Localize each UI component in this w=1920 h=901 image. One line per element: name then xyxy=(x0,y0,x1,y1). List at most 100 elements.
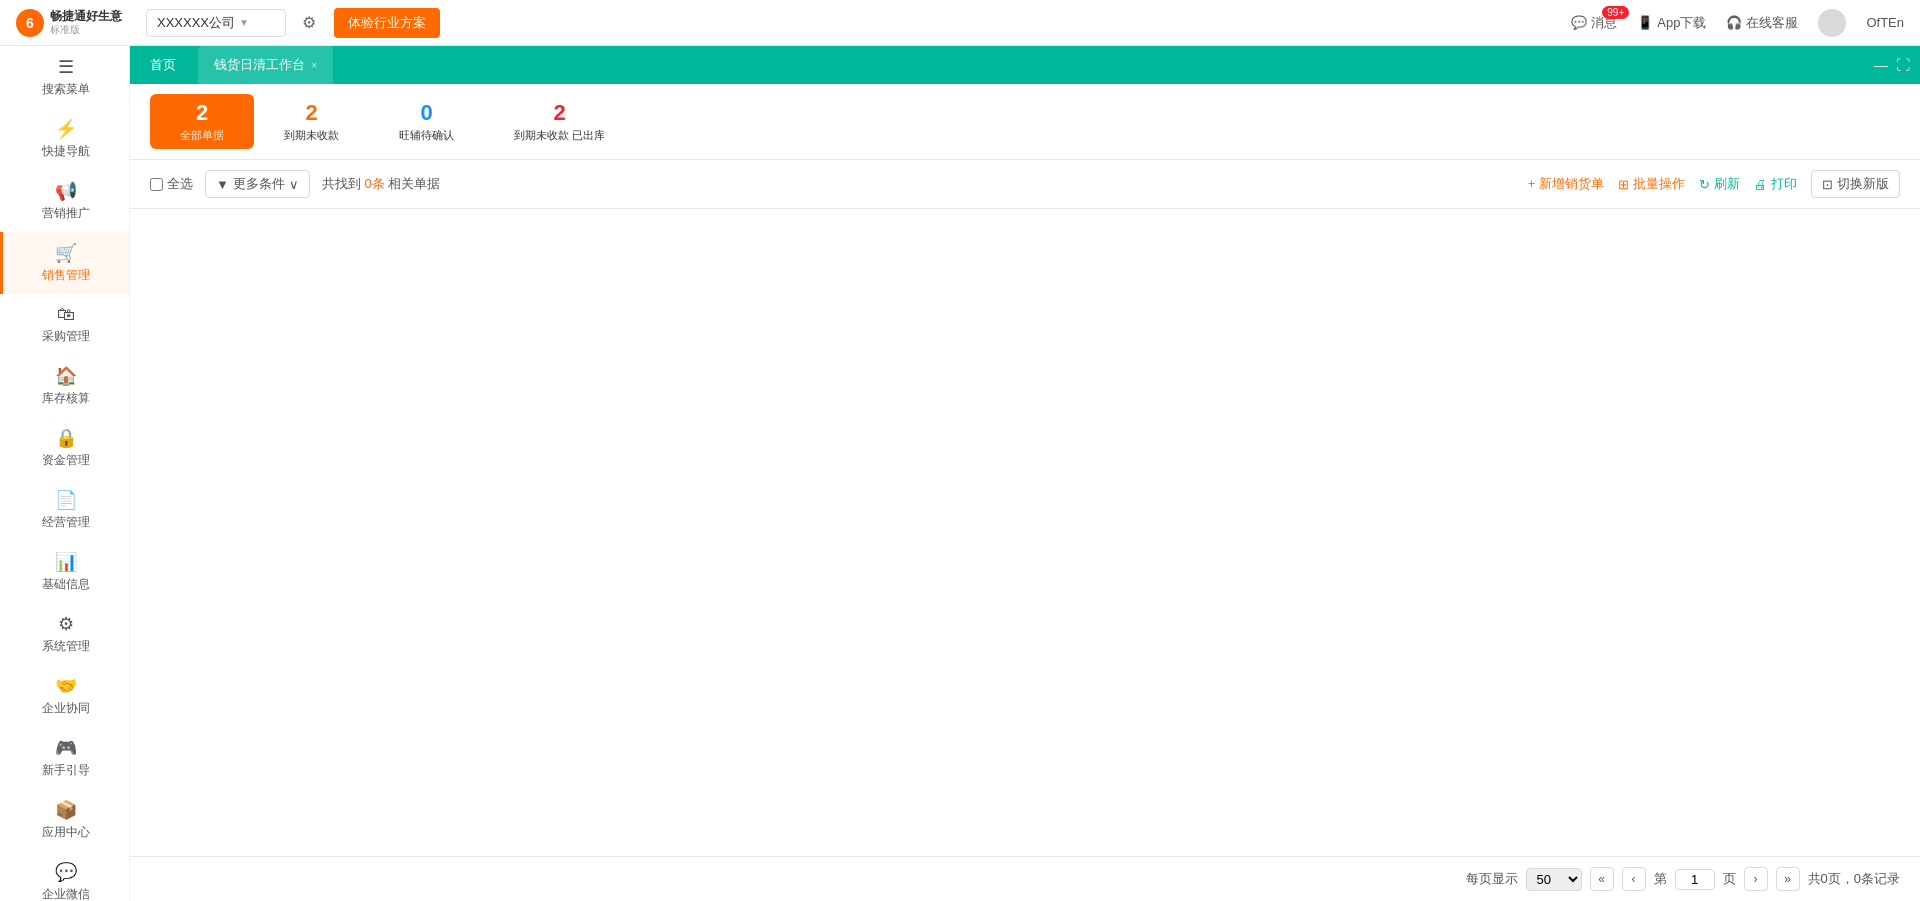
per-page-select[interactable]: 50 100 200 xyxy=(1526,868,1582,891)
sidebar-icon-quick-nav: ⚡ xyxy=(55,118,77,140)
more-filters-button[interactable]: ▼ 更多条件 ∨ xyxy=(205,170,310,198)
sidebar-item-biz-mgmt[interactable]: 📄 经营管理 xyxy=(0,479,129,541)
select-all-checkbox[interactable] xyxy=(150,178,163,191)
filter-icon: ▼ xyxy=(216,177,229,192)
logo-text: 畅捷通好生意 标准版 xyxy=(50,9,122,35)
prev-page-button[interactable]: ‹ xyxy=(1622,867,1646,891)
batch-op-icon: ⊞ xyxy=(1618,177,1629,192)
stat-num-pending-confirm: 0 xyxy=(420,100,432,126)
table-empty-area xyxy=(130,209,1920,856)
stats-bar: 2 全部单据 2 到期未收款 0 旺辅待确认 2 到期未收款 已出库 xyxy=(130,84,1920,160)
sidebar-label-corp-collab: 企业协同 xyxy=(42,700,90,717)
sidebar-item-sys-mgmt[interactable]: ⚙ 系统管理 xyxy=(0,603,129,665)
top-bar: 6 畅捷通好生意 标准版 XXXXXX公司 ▼ ⚙ 体验行业方案 💬 消息 99… xyxy=(0,0,1920,46)
sidebar-label-sys-mgmt: 系统管理 xyxy=(42,638,90,655)
sidebar-item-marketing[interactable]: 📢 营销推广 xyxy=(0,170,129,232)
settings-button[interactable]: ⚙ xyxy=(294,8,324,38)
logo-area: 6 畅捷通好生意 标准版 xyxy=(16,9,146,37)
sidebar-item-search-menu[interactable]: ☰ 搜索菜单 xyxy=(0,46,129,108)
select-all-label[interactable]: 全选 xyxy=(150,175,193,193)
stat-card-all[interactable]: 2 全部单据 xyxy=(150,94,254,149)
add-sales-order-button[interactable]: + 新增销货单 xyxy=(1528,175,1604,193)
sidebar-label-biz-mgmt: 经营管理 xyxy=(42,514,90,531)
sidebar-item-stock-calc[interactable]: 🏠 库存核算 xyxy=(0,355,129,417)
select-all-text: 全选 xyxy=(167,175,193,193)
toolbar-right: + 新增销货单 ⊞ 批量操作 ↻ 刷新 🖨 打印 ⊡ xyxy=(1528,170,1900,198)
often-label: OfTEn xyxy=(1866,15,1904,30)
sidebar-label-beginner-guide: 新手引导 xyxy=(42,762,90,779)
found-suffix: 相关单据 xyxy=(388,176,440,191)
stat-card-overdue-unpaid[interactable]: 2 到期未收款 xyxy=(254,94,369,149)
sidebar-item-quick-nav[interactable]: ⚡ 快捷导航 xyxy=(0,108,129,170)
first-page-button[interactable]: « xyxy=(1590,867,1614,891)
tab-workbench[interactable]: 钱货日清工作台 × xyxy=(198,46,333,84)
sidebar-item-sales-mgmt[interactable]: 🛒 销售管理 xyxy=(0,232,129,294)
refresh-icon: ↻ xyxy=(1699,177,1710,192)
sidebar-label-basic-info: 基础信息 xyxy=(42,576,90,593)
stat-num-all: 2 xyxy=(196,100,208,126)
tab-controls: — ⛶ xyxy=(1874,57,1920,73)
sidebar-label-search-menu: 搜索菜单 xyxy=(42,81,90,98)
messages-item[interactable]: 💬 消息 99+ xyxy=(1571,14,1617,32)
batch-op-label: 批量操作 xyxy=(1633,175,1685,193)
stat-label-all: 全部单据 xyxy=(180,128,224,143)
headset-icon: 🎧 xyxy=(1726,15,1742,30)
sidebar-item-corp-wechat[interactable]: 💬 企业微信 xyxy=(0,851,129,901)
print-button[interactable]: 🖨 打印 xyxy=(1754,175,1797,193)
sidebar-label-purchase-mgmt: 采购管理 xyxy=(42,328,90,345)
tab-bar: 首页 钱货日清工作台 × — ⛶ xyxy=(130,46,1920,84)
sidebar-item-fund-mgmt[interactable]: 🔒 资金管理 xyxy=(0,417,129,479)
tab-maximize-icon[interactable]: ⛶ xyxy=(1896,57,1910,73)
sidebar-label-fund-mgmt: 资金管理 xyxy=(42,452,90,469)
tab-close-icon[interactable]: × xyxy=(311,59,317,71)
page-label: 第 xyxy=(1654,870,1667,888)
sidebar-icon-search-menu: ☰ xyxy=(58,56,74,78)
next-page-button[interactable]: › xyxy=(1744,867,1768,891)
found-count: 0条 xyxy=(365,176,385,191)
filter-arrow-icon: ∨ xyxy=(289,177,299,192)
sidebar-icon-biz-mgmt: 📄 xyxy=(55,489,77,511)
switch-version-button[interactable]: ⊡ 切换新版 xyxy=(1811,170,1900,198)
print-label: 打印 xyxy=(1771,175,1797,193)
total-records-text: 共0页，0条记录 xyxy=(1808,870,1900,888)
stat-card-overdue-not-out[interactable]: 2 到期未收款 已出库 xyxy=(484,94,635,149)
messages-badge: 99+ xyxy=(1602,6,1629,19)
refresh-button[interactable]: ↻ 刷新 xyxy=(1699,175,1740,193)
stat-card-pending-confirm[interactable]: 0 旺辅待确认 xyxy=(369,94,484,149)
sidebar-label-corp-wechat: 企业微信 xyxy=(42,886,90,901)
sidebar-item-purchase-mgmt[interactable]: 🛍 采购管理 xyxy=(0,294,129,355)
sidebar-icon-sys-mgmt: ⚙ xyxy=(58,613,74,635)
pagination-bar: 每页显示 50 100 200 « ‹ 第 页 › » 共0页，0条记录 xyxy=(130,856,1920,901)
sidebar-label-sales-mgmt: 销售管理 xyxy=(42,267,90,284)
sidebar-label-stock-calc: 库存核算 xyxy=(42,390,90,407)
tab-home[interactable]: 首页 xyxy=(130,46,196,84)
app-download-item[interactable]: 📱 App下载 xyxy=(1637,14,1706,32)
sidebar-item-beginner-guide[interactable]: 🎮 新手引导 xyxy=(0,727,129,789)
refresh-label: 刷新 xyxy=(1714,175,1740,193)
online-service-item[interactable]: 🎧 在线客服 xyxy=(1726,14,1798,32)
company-selector[interactable]: XXXXXX公司 ▼ xyxy=(146,9,286,37)
last-page-button[interactable]: » xyxy=(1776,867,1800,891)
sidebar-icon-stock-calc: 🏠 xyxy=(55,365,77,387)
sidebar-icon-purchase-mgmt: 🛍 xyxy=(57,304,75,325)
logo-icon: 6 xyxy=(16,9,44,37)
app-download-label: App下载 xyxy=(1657,14,1706,32)
sidebar-icon-sales-mgmt: 🛒 xyxy=(55,242,77,264)
tab-minimize-icon[interactable]: — xyxy=(1874,57,1888,73)
trial-button[interactable]: 体验行业方案 xyxy=(334,8,440,38)
stat-label-pending-confirm: 旺辅待确认 xyxy=(399,128,454,143)
stat-label-overdue-not-out: 到期未收款 已出库 xyxy=(514,128,605,143)
print-icon: 🖨 xyxy=(1754,177,1767,192)
message-icon: 💬 xyxy=(1571,15,1587,30)
stat-num-overdue-not-out: 2 xyxy=(553,100,565,126)
sidebar-item-app-center[interactable]: 📦 应用中心 xyxy=(0,789,129,851)
sidebar-label-app-center: 应用中心 xyxy=(42,824,90,841)
sidebar: ☰ 搜索菜单 ⚡ 快捷导航 📢 营销推广 🛒 销售管理 🛍 采购管理 🏠 库存核… xyxy=(0,46,130,901)
page-number-input[interactable] xyxy=(1675,869,1715,890)
main-content: 首页 钱货日清工作台 × — ⛶ 2 全部单据 2 到期未收款 0 旺辅待确认 … xyxy=(130,46,1920,901)
batch-op-button[interactable]: ⊞ 批量操作 xyxy=(1618,175,1685,193)
avatar[interactable] xyxy=(1818,9,1846,37)
sidebar-item-basic-info[interactable]: 📊 基础信息 xyxy=(0,541,129,603)
sidebar-item-corp-collab[interactable]: 🤝 企业协同 xyxy=(0,665,129,727)
found-text: 共找到 0条 相关单据 xyxy=(322,175,440,193)
